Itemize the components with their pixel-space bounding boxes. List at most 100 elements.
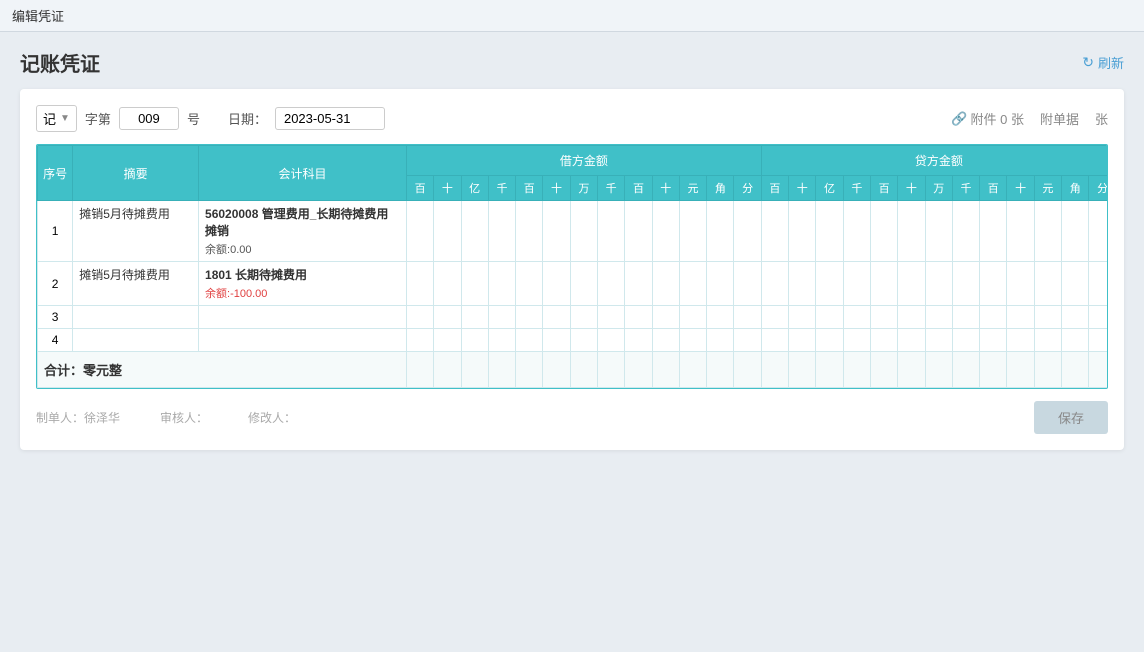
row-account-3[interactable] xyxy=(199,306,407,329)
debit-digit-r1-c3[interactable] xyxy=(461,201,488,262)
debit-digit-r1-c11[interactable] xyxy=(679,201,706,262)
credit-digit-r4-c12[interactable] xyxy=(1062,329,1089,352)
debit-digit-r3-c3[interactable] xyxy=(461,306,488,329)
credit-digit-r3-c10[interactable] xyxy=(1007,306,1034,329)
debit-digit-r4-c4[interactable] xyxy=(488,329,515,352)
row-account-4[interactable] xyxy=(199,329,407,352)
ji-select[interactable]: 记 ▼ xyxy=(36,105,77,132)
credit-digit-r2-c12[interactable] xyxy=(1062,262,1089,306)
credit-digit-r3-c1[interactable] xyxy=(761,306,788,329)
debit-digit-r2-c10[interactable] xyxy=(652,262,679,306)
credit-digit-r1-c9[interactable] xyxy=(980,201,1007,262)
debit-digit-r2-c2[interactable] xyxy=(434,262,461,306)
debit-digit-r2-c12[interactable] xyxy=(707,262,734,306)
debit-digit-r1-c10[interactable] xyxy=(652,201,679,262)
credit-digit-r1-c10[interactable] xyxy=(1007,201,1034,262)
credit-digit-r2-c1[interactable] xyxy=(761,262,788,306)
debit-digit-r2-c9[interactable] xyxy=(625,262,652,306)
credit-digit-r4-c2[interactable] xyxy=(789,329,816,352)
credit-digit-r3-c13[interactable] xyxy=(1089,306,1108,329)
debit-digit-r4-c2[interactable] xyxy=(434,329,461,352)
debit-digit-r3-c6[interactable] xyxy=(543,306,570,329)
credit-digit-r2-c6[interactable] xyxy=(898,262,925,306)
debit-digit-r1-c1[interactable] xyxy=(406,201,433,262)
debit-digit-r3-c4[interactable] xyxy=(488,306,515,329)
credit-digit-r1-c1[interactable] xyxy=(761,201,788,262)
credit-digit-r1-c5[interactable] xyxy=(870,201,897,262)
row-summary-2[interactable]: 摊销5月待摊费用 xyxy=(73,262,199,306)
debit-digit-r2-c13[interactable] xyxy=(734,262,761,306)
credit-digit-r4-c5[interactable] xyxy=(870,329,897,352)
debit-digit-r4-c8[interactable] xyxy=(598,329,625,352)
credit-digit-r2-c3[interactable] xyxy=(816,262,843,306)
debit-digit-r4-c5[interactable] xyxy=(516,329,543,352)
credit-digit-r2-c10[interactable] xyxy=(1007,262,1034,306)
debit-digit-r4-c13[interactable] xyxy=(734,329,761,352)
debit-digit-r4-c12[interactable] xyxy=(707,329,734,352)
credit-digit-r1-c11[interactable] xyxy=(1034,201,1061,262)
debit-digit-r4-c9[interactable] xyxy=(625,329,652,352)
row-summary-1[interactable]: 摊销5月待摊费用 xyxy=(73,201,199,262)
save-button[interactable]: 保存 xyxy=(1034,401,1108,434)
debit-digit-r2-c5[interactable] xyxy=(516,262,543,306)
zi-input[interactable] xyxy=(119,107,179,130)
credit-digit-r1-c12[interactable] xyxy=(1062,201,1089,262)
debit-digit-r1-c6[interactable] xyxy=(543,201,570,262)
credit-digit-r4-c7[interactable] xyxy=(925,329,952,352)
credit-digit-r1-c2[interactable] xyxy=(789,201,816,262)
credit-digit-r1-c3[interactable] xyxy=(816,201,843,262)
debit-digit-r2-c1[interactable] xyxy=(406,262,433,306)
credit-digit-r2-c9[interactable] xyxy=(980,262,1007,306)
debit-digit-r3-c2[interactable] xyxy=(434,306,461,329)
credit-digit-r4-c9[interactable] xyxy=(980,329,1007,352)
row-account-1[interactable]: 56020008 管理费用_长期待摊费用摊销余额:0.00 xyxy=(199,201,407,262)
attach-link[interactable]: 🔗 附件 0 张 xyxy=(951,109,1024,128)
debit-digit-r3-c12[interactable] xyxy=(707,306,734,329)
attach-single-label[interactable]: 附单据 xyxy=(1040,109,1079,128)
debit-digit-r1-c13[interactable] xyxy=(734,201,761,262)
refresh-button[interactable]: ↻ 刷新 xyxy=(1082,53,1124,72)
debit-digit-r2-c4[interactable] xyxy=(488,262,515,306)
debit-digit-r2-c7[interactable] xyxy=(570,262,597,306)
debit-digit-r4-c10[interactable] xyxy=(652,329,679,352)
debit-digit-r3-c13[interactable] xyxy=(734,306,761,329)
credit-digit-r3-c4[interactable] xyxy=(843,306,870,329)
debit-digit-r3-c10[interactable] xyxy=(652,306,679,329)
debit-digit-r1-c2[interactable] xyxy=(434,201,461,262)
credit-digit-r2-c5[interactable] xyxy=(870,262,897,306)
credit-digit-r4-c6[interactable] xyxy=(898,329,925,352)
credit-digit-r4-c13[interactable] xyxy=(1089,329,1108,352)
credit-digit-r2-c4[interactable] xyxy=(843,262,870,306)
row-summary-3[interactable] xyxy=(73,306,199,329)
credit-digit-r2-c11[interactable] xyxy=(1034,262,1061,306)
debit-digit-r4-c11[interactable] xyxy=(679,329,706,352)
credit-digit-r2-c13[interactable] xyxy=(1089,262,1108,306)
credit-digit-r4-c4[interactable] xyxy=(843,329,870,352)
debit-digit-r2-c3[interactable] xyxy=(461,262,488,306)
debit-digit-r2-c11[interactable] xyxy=(679,262,706,306)
credit-digit-r3-c3[interactable] xyxy=(816,306,843,329)
debit-digit-r3-c1[interactable] xyxy=(406,306,433,329)
debit-digit-r3-c8[interactable] xyxy=(598,306,625,329)
debit-digit-r2-c6[interactable] xyxy=(543,262,570,306)
credit-digit-r3-c8[interactable] xyxy=(952,306,979,329)
debit-digit-r1-c12[interactable] xyxy=(707,201,734,262)
debit-digit-r4-c7[interactable] xyxy=(570,329,597,352)
debit-digit-r3-c9[interactable] xyxy=(625,306,652,329)
credit-digit-r4-c10[interactable] xyxy=(1007,329,1034,352)
credit-digit-r3-c7[interactable] xyxy=(925,306,952,329)
credit-digit-r1-c7[interactable] xyxy=(925,201,952,262)
credit-digit-r3-c2[interactable] xyxy=(789,306,816,329)
row-account-2[interactable]: 1801 长期待摊费用余额:-100.00 xyxy=(199,262,407,306)
credit-digit-r1-c8[interactable] xyxy=(952,201,979,262)
credit-digit-r2-c7[interactable] xyxy=(925,262,952,306)
debit-digit-r4-c1[interactable] xyxy=(406,329,433,352)
credit-digit-r3-c6[interactable] xyxy=(898,306,925,329)
debit-digit-r3-c5[interactable] xyxy=(516,306,543,329)
debit-digit-r2-c8[interactable] xyxy=(598,262,625,306)
debit-digit-r4-c3[interactable] xyxy=(461,329,488,352)
credit-digit-r4-c11[interactable] xyxy=(1034,329,1061,352)
credit-digit-r3-c9[interactable] xyxy=(980,306,1007,329)
credit-digit-r1-c4[interactable] xyxy=(843,201,870,262)
debit-digit-r1-c9[interactable] xyxy=(625,201,652,262)
